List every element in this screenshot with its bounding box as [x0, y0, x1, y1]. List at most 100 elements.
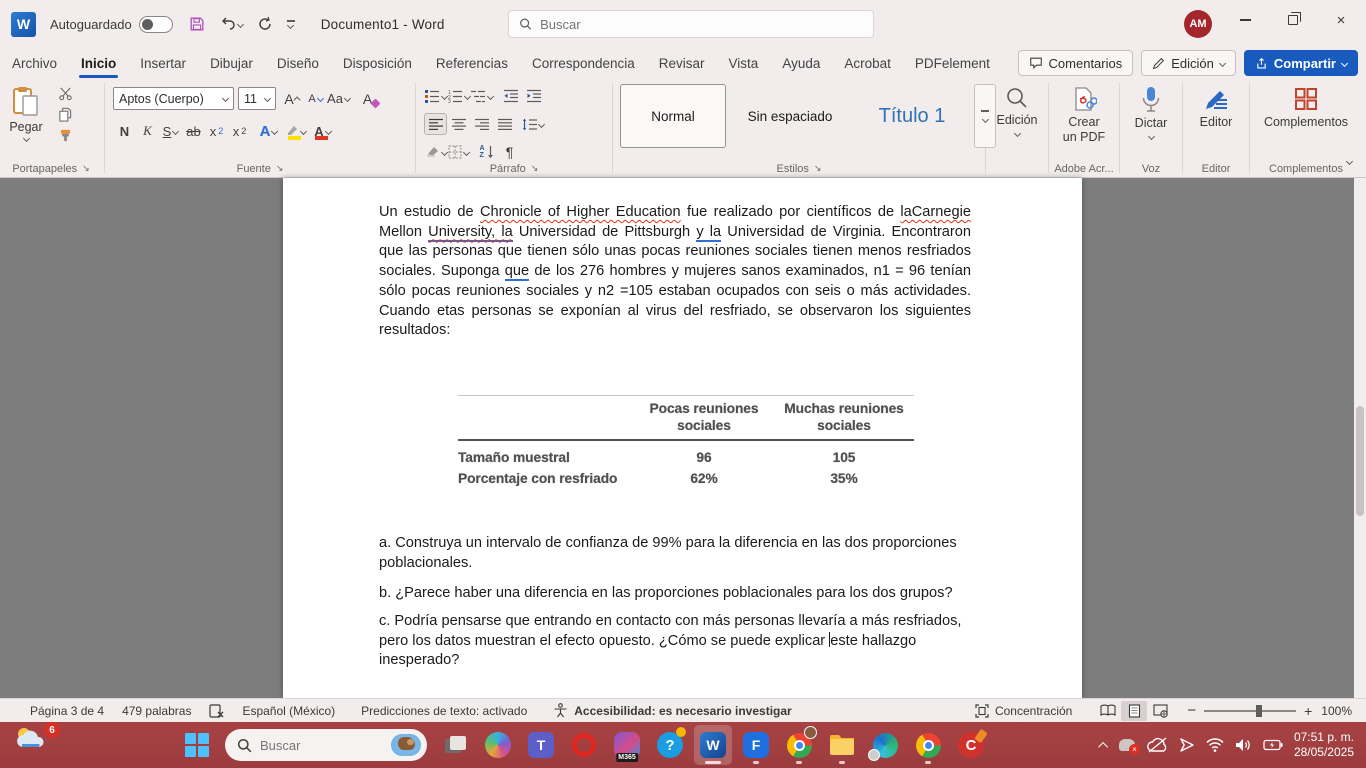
text-effects-button[interactable]: A: [257, 120, 280, 142]
customize-toolbar-icon[interactable]: [286, 20, 295, 29]
search-input[interactable]: [540, 16, 863, 32]
style-normal[interactable]: Normal: [620, 84, 726, 148]
widgets-weather-button[interactable]: 6: [14, 722, 60, 765]
dialog-launcher-icon[interactable]: ↘: [82, 163, 90, 174]
web-layout-button[interactable]: [1147, 701, 1173, 721]
onedrive-paused-icon[interactable]: [1146, 737, 1168, 753]
align-center-button[interactable]: [447, 113, 470, 135]
font-size-select[interactable]: 11: [238, 87, 276, 110]
tab-diseno[interactable]: Diseño: [265, 51, 331, 76]
battery-icon[interactable]: [1263, 739, 1283, 751]
stats-table-image[interactable]: Pocas reuniones sociales Muchas reunione…: [458, 395, 914, 489]
word-count[interactable]: 479 palabras: [113, 704, 200, 718]
print-layout-button[interactable]: [1121, 700, 1148, 721]
create-pdf-button[interactable]: Crear un PDF: [1051, 80, 1117, 160]
justify-button[interactable]: [493, 113, 516, 135]
tab-acrobat[interactable]: Acrobat: [832, 51, 903, 76]
clear-formatting-button[interactable]: A: [356, 88, 381, 110]
word-taskbar-icon[interactable]: W: [694, 725, 732, 765]
editing-menu-button[interactable]: Edición: [988, 80, 1046, 160]
document-page[interactable]: Un estudio de Chronicle of Higher Educat…: [283, 178, 1082, 698]
dialog-launcher-icon[interactable]: ↘: [531, 163, 539, 174]
bullet-list-button[interactable]: [424, 85, 449, 107]
change-case-button[interactable]: Aa: [327, 88, 351, 110]
decrease-indent-button[interactable]: [499, 85, 522, 107]
shading-button[interactable]: [424, 141, 448, 163]
tab-vista[interactable]: Vista: [717, 51, 771, 76]
align-left-button[interactable]: [424, 113, 447, 135]
tab-disposicion[interactable]: Disposición: [331, 51, 424, 76]
format-painter-button[interactable]: [58, 128, 73, 143]
tab-pdfelement[interactable]: PDFelement: [903, 51, 1002, 76]
tab-referencias[interactable]: Referencias: [424, 51, 520, 76]
dialog-launcher-icon[interactable]: ↘: [814, 163, 822, 174]
zoom-in-button[interactable]: +: [1304, 703, 1312, 719]
shrink-font-button[interactable]: A: [304, 88, 327, 110]
item-b[interactable]: b. ¿Parece haber una diferencia en las p…: [379, 584, 971, 604]
word-app-icon[interactable]: W: [11, 11, 36, 37]
grow-font-button[interactable]: A: [281, 88, 304, 110]
copilot-icon[interactable]: [479, 725, 517, 765]
undo-button[interactable]: [219, 16, 244, 32]
tray-expand-icon[interactable]: [1098, 741, 1108, 752]
read-mode-button[interactable]: [1095, 701, 1121, 721]
subscript-button[interactable]: x2: [205, 120, 228, 142]
share-button[interactable]: Compartir: [1243, 50, 1358, 76]
zoom-slider-thumb[interactable]: [1256, 704, 1263, 717]
taskbar-search-input[interactable]: [260, 737, 380, 753]
line-spacing-button[interactable]: [521, 113, 545, 135]
style-sin-espaciado[interactable]: Sin espaciado: [726, 84, 854, 148]
chrome-profile-icon[interactable]: [780, 725, 818, 765]
tab-correspondencia[interactable]: Correspondencia: [520, 51, 647, 76]
tab-ayuda[interactable]: Ayuda: [770, 51, 832, 76]
zoom-out-button[interactable]: −: [1187, 702, 1196, 719]
dictate-button[interactable]: Dictar: [1122, 80, 1180, 160]
tab-dibujar[interactable]: Dibujar: [198, 51, 265, 76]
dialog-launcher-icon[interactable]: ↘: [276, 163, 284, 174]
opera-icon[interactable]: [565, 725, 603, 765]
zoom-level[interactable]: 100%: [1312, 704, 1366, 718]
minimize-button[interactable]: [1222, 0, 1268, 40]
multilevel-list-button[interactable]: [470, 85, 495, 107]
titlebar-search[interactable]: [508, 10, 874, 38]
ccleaner-icon[interactable]: C: [952, 725, 990, 765]
addins-button[interactable]: Complementos: [1252, 80, 1360, 160]
teams-icon[interactable]: T: [522, 725, 560, 765]
edge-icon[interactable]: [866, 725, 904, 765]
strikethrough-button[interactable]: ab: [182, 120, 205, 142]
page-indicator[interactable]: Página 3 de 4: [0, 704, 113, 718]
restore-button[interactable]: [1270, 0, 1316, 40]
font-color-button[interactable]: A: [311, 120, 334, 142]
item-c[interactable]: c. Podría pensarse que entrando en conta…: [379, 612, 971, 671]
paragraph-intro[interactable]: Un estudio de Chronicle of Higher Educat…: [379, 203, 971, 341]
increase-indent-button[interactable]: [522, 85, 545, 107]
italic-button[interactable]: K: [136, 120, 159, 142]
get-help-icon[interactable]: ?: [651, 725, 689, 765]
account-avatar[interactable]: AM: [1184, 10, 1212, 38]
language-indicator[interactable]: Español (México): [233, 704, 344, 718]
taskbar-search[interactable]: [225, 729, 427, 761]
close-button[interactable]: ×: [1318, 0, 1364, 40]
redo-button[interactable]: [257, 16, 273, 32]
superscript-button[interactable]: x2: [228, 120, 251, 142]
sort-button[interactable]: AZ: [475, 141, 498, 163]
bold-button[interactable]: N: [113, 120, 136, 142]
chrome-icon[interactable]: [909, 725, 947, 765]
vertical-scrollbar[interactable]: [1354, 178, 1366, 698]
accessibility-status[interactable]: Accesibilidad: es necesario investigar: [544, 703, 800, 718]
item-a[interactable]: a. Construya un intervalo de confianza d…: [379, 534, 971, 573]
focus-mode-button[interactable]: Concentración: [966, 704, 1081, 718]
task-view-button[interactable]: [436, 725, 474, 765]
numbered-list-button[interactable]: 123: [447, 85, 472, 107]
cut-button[interactable]: [58, 86, 73, 101]
tab-revisar[interactable]: Revisar: [647, 51, 717, 76]
editing-mode-button[interactable]: Edición: [1141, 50, 1236, 76]
show-formatting-button[interactable]: ¶: [498, 141, 521, 163]
font-name-select[interactable]: Aptos (Cuerpo): [113, 87, 234, 110]
paste-button[interactable]: Pegar: [0, 80, 52, 143]
start-button[interactable]: [178, 725, 216, 765]
autosave-toggle[interactable]: [138, 15, 173, 33]
device-error-icon[interactable]: ×: [1118, 739, 1140, 755]
scrollbar-thumb[interactable]: [1356, 406, 1364, 516]
clock[interactable]: 07:51 p. m. 28/05/2025: [1294, 730, 1354, 760]
